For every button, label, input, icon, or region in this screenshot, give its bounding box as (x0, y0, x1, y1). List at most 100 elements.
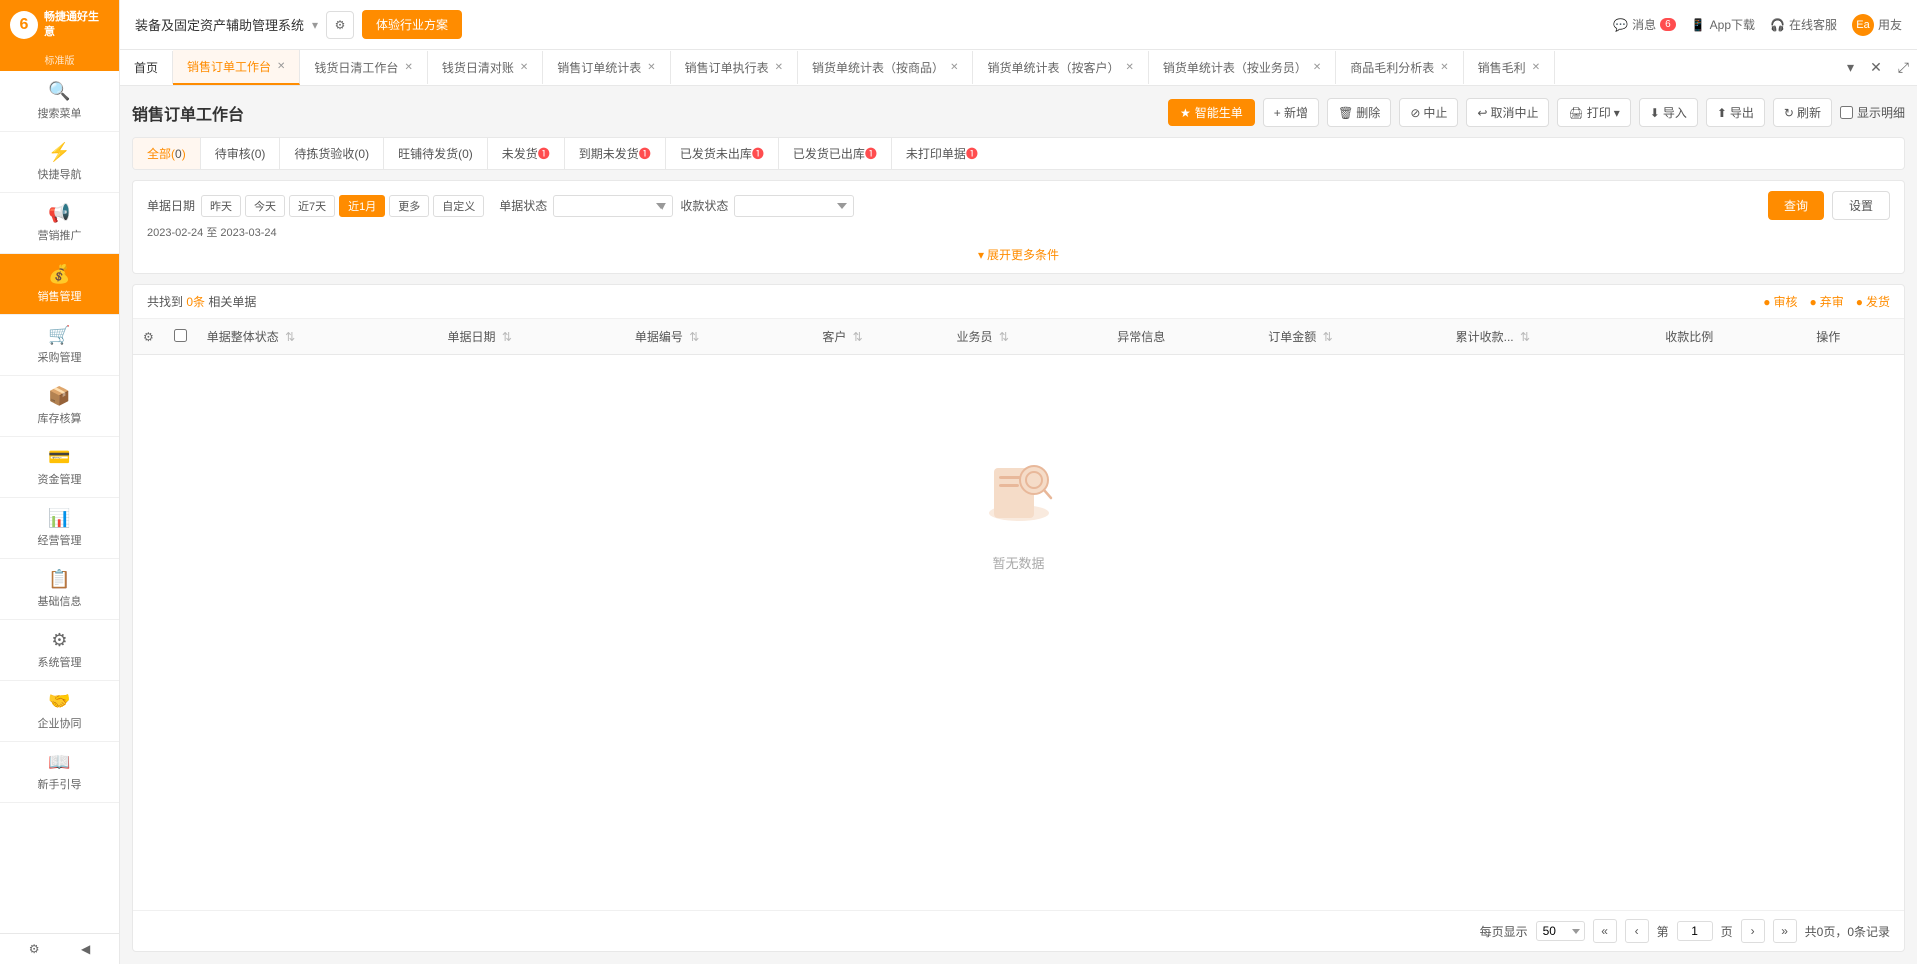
tab-more-btn[interactable]: ▾ (1839, 55, 1862, 80)
subtab-shipped-not-out[interactable]: 已发货未出库❶ (666, 138, 779, 169)
tab-profit[interactable]: 商品毛利分析表 ✕ (1336, 51, 1463, 84)
ship-op-btn[interactable]: ● 发货 (1856, 293, 1890, 310)
online-service-btn[interactable]: 🎧 在线客服 (1770, 16, 1837, 33)
sort-icon[interactable]: ⇅ (853, 330, 863, 344)
sort-icon[interactable]: ⇅ (999, 330, 1009, 344)
tab-close-icon[interactable]: ✕ (277, 61, 285, 72)
sidebar-item-search[interactable]: 🔍 搜索菜单 (0, 71, 119, 132)
subtab-not-shipped[interactable]: 未发货❶ (488, 138, 565, 169)
column-settings-icon[interactable]: ⚙ (143, 330, 154, 344)
expand-filter-btn[interactable]: ▾ 展开更多条件 (978, 246, 1059, 263)
tab-fullscreen-btn[interactable]: ⤢ (1890, 55, 1917, 80)
sidebar-item-basic[interactable]: 📋 基础信息 (0, 559, 119, 620)
export-btn[interactable]: ⬆ 导出 (1706, 98, 1765, 127)
solution-btn[interactable]: 体验行业方案 (362, 10, 462, 39)
page-input[interactable] (1677, 921, 1713, 941)
import-btn[interactable]: ⬇ 导入 (1639, 98, 1698, 127)
tab-cash-reconcile[interactable]: 钱货日清对账 ✕ (428, 51, 543, 84)
sort-icon[interactable]: ⇅ (285, 330, 295, 344)
sidebar-item-operations[interactable]: 📊 经营管理 (0, 498, 119, 559)
sidebar-item-purchase[interactable]: 🛒 采购管理 (0, 315, 119, 376)
sort-icon[interactable]: ⇅ (1323, 330, 1333, 344)
sort-icon[interactable]: ⇅ (1520, 330, 1530, 344)
anti-review-op-btn[interactable]: ● 弃审 (1809, 293, 1843, 310)
add-btn[interactable]: + 新增 (1263, 98, 1319, 127)
cancel-stop-btn[interactable]: ↩ 取消中止 (1466, 98, 1549, 127)
app-download-btn[interactable]: 📱 App下载 (1691, 16, 1755, 33)
tab-close-icon[interactable]: ✕ (1440, 62, 1448, 73)
topbar-settings-btn[interactable]: ⚙ (326, 11, 354, 39)
date-btn-1month[interactable]: 近1月 (339, 195, 385, 217)
tab-home[interactable]: 首页 (120, 51, 173, 84)
date-btn-custom[interactable]: 自定义 (433, 195, 484, 217)
sidebar-settings-icon[interactable]: ⚙ (29, 942, 40, 956)
tab-sales-gross[interactable]: 销售毛利 ✕ (1464, 51, 1555, 84)
tab-close-icon[interactable]: ✕ (950, 62, 958, 73)
subtab-pending-review[interactable]: 待审核(0) (201, 138, 281, 169)
first-page-btn[interactable]: « (1593, 919, 1617, 943)
tab-close-icon[interactable]: ✕ (1532, 62, 1540, 73)
status-select[interactable] (553, 195, 673, 217)
tab-close-all-btn[interactable]: ✕ (1862, 55, 1890, 80)
sidebar-item-finance[interactable]: 💳 资金管理 (0, 437, 119, 498)
filter-row-1: 单据日期 昨天 今天 近7天 近1月 更多 自定义 单据状态 ▾ (147, 191, 1890, 220)
sort-icon[interactable]: ⇅ (502, 330, 512, 344)
subtab-expired-not-shipped[interactable]: 到期未发货❶ (565, 138, 666, 169)
filter-setting-btn[interactable]: 设置 (1832, 191, 1890, 220)
sort-icon[interactable]: ⇅ (689, 330, 699, 344)
refresh-btn[interactable]: ↻ 刷新 (1773, 98, 1832, 127)
subtab-all[interactable]: 全部(0) (133, 138, 201, 169)
stop-btn[interactable]: ⊘ 中止 (1399, 98, 1458, 127)
tab-sales-summ-staff[interactable]: 销货单统计表（按业务员） ✕ (1149, 51, 1336, 84)
tab-close-icon[interactable]: ✕ (1125, 62, 1133, 73)
tab-close-icon[interactable]: ✕ (1313, 62, 1321, 73)
tab-cash-daily[interactable]: 钱货日清工作台 ✕ (300, 51, 427, 84)
tab-label: 销货单统计表（按业务员） (1163, 59, 1307, 76)
sidebar-item-inventory[interactable]: 📦 库存核算 (0, 376, 119, 437)
message-btn[interactable]: 💬 消息 6 (1613, 16, 1676, 33)
tab-sales-order[interactable]: 销售订单工作台 ✕ (173, 50, 300, 85)
subtab-not-printed[interactable]: 未打印单据❶ (892, 138, 992, 169)
next-page-btn[interactable]: › (1741, 919, 1765, 943)
tab-sales-summ-prod[interactable]: 销货单统计表（按商品） ✕ (798, 51, 973, 84)
sidebar-item-guide[interactable]: 📖 新手引导 (0, 742, 119, 803)
sidebar-collapse-icon[interactable]: ◀ (81, 942, 90, 956)
show-detail-checkbox[interactable] (1840, 106, 1853, 119)
page-size-select[interactable]: 50 10 20 100 (1536, 921, 1585, 941)
subtab-wangpu[interactable]: 旺铺待发货(0) (384, 138, 488, 169)
guide-icon: 📖 (48, 752, 70, 773)
tab-close-icon[interactable]: ✕ (775, 62, 783, 73)
subtab-shipped-out[interactable]: 已发货已出库❶ (779, 138, 892, 169)
prev-page-btn[interactable]: ‹ (1625, 919, 1649, 943)
tab-sales-exec[interactable]: 销售订单执行表 ✕ (671, 51, 798, 84)
review-op-btn[interactable]: ● 审核 (1763, 293, 1797, 310)
print-btn[interactable]: 🖨 打印 ▾ (1557, 98, 1630, 127)
sidebar-item-quick-nav[interactable]: ⚡ 快捷导航 (0, 132, 119, 193)
sidebar-item-label: 新手引导 (38, 776, 82, 792)
data-table: ⚙ 单据整体状态 ⇅ 单据日期 ⇅ (133, 319, 1904, 355)
tab-close-icon[interactable]: ✕ (647, 62, 655, 73)
delete-btn[interactable]: 🗑 删除 (1327, 98, 1391, 127)
subtab-pending-inspect[interactable]: 待拣货验收(0) (280, 138, 384, 169)
sidebar-item-system[interactable]: ⚙ 系统管理 (0, 620, 119, 681)
service-icon: 🎧 (1770, 18, 1785, 32)
tab-sales-summ-cust[interactable]: 销货单统计表（按客户） ✕ (973, 51, 1148, 84)
query-btn[interactable]: 查询 (1768, 191, 1824, 220)
table-scroll[interactable]: ⚙ 单据整体状态 ⇅ 单据日期 ⇅ (133, 319, 1904, 910)
date-btn-7days[interactable]: 近7天 (289, 195, 335, 217)
tab-close-icon[interactable]: ✕ (520, 62, 528, 73)
tab-sales-stat[interactable]: 销售订单统计表 ✕ (543, 51, 670, 84)
smart-create-btn[interactable]: ★ 智能生单 (1168, 99, 1255, 126)
sidebar-item-marketing[interactable]: 📢 营销推广 (0, 193, 119, 254)
last-page-btn[interactable]: » (1773, 919, 1797, 943)
collect-select[interactable] (734, 195, 854, 217)
sidebar-item-sales[interactable]: 💰 销售管理 (0, 254, 119, 315)
topbar-dropdown-icon[interactable]: ▾ (312, 18, 318, 32)
date-btn-yesterday[interactable]: 昨天 (201, 195, 241, 217)
select-all-checkbox[interactable] (174, 329, 187, 342)
date-btn-more[interactable]: 更多 (389, 195, 429, 217)
date-btn-today[interactable]: 今天 (245, 195, 285, 217)
user-btn[interactable]: Ea 用友 (1852, 14, 1902, 36)
sidebar-item-enterprise[interactable]: 🤝 企业协同 (0, 681, 119, 742)
tab-close-icon[interactable]: ✕ (404, 62, 412, 73)
